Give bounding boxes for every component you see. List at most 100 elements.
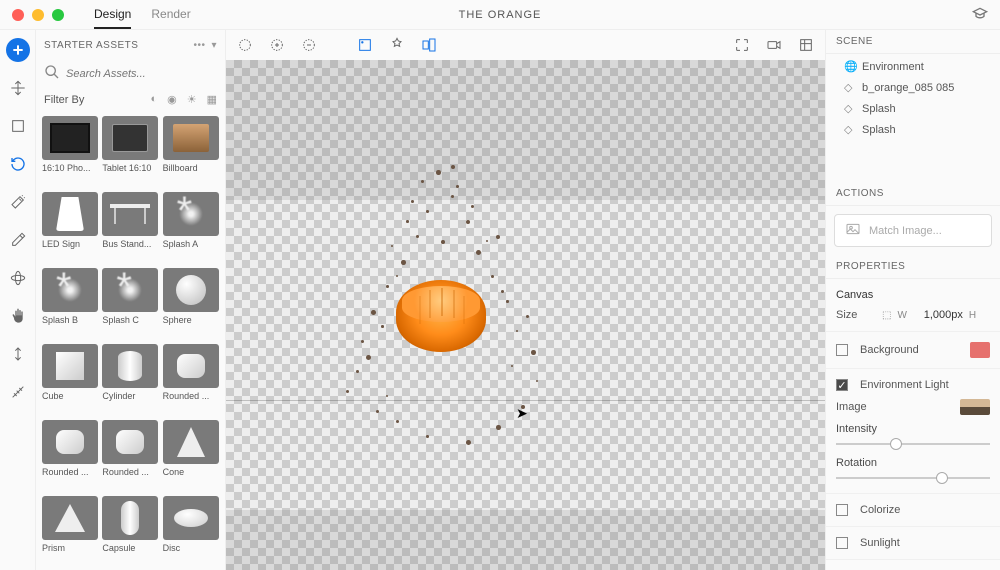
- scene-item[interactable]: 🌐Environment: [826, 56, 1000, 77]
- background-label: Background: [860, 344, 919, 356]
- sunlight-checkbox[interactable]: [836, 537, 848, 549]
- scene-item[interactable]: ◇Splash: [826, 119, 1000, 140]
- filter-lights-icon[interactable]: ☀: [187, 93, 197, 106]
- filter-label: Filter By: [44, 94, 84, 106]
- canvas-toolbar: [226, 30, 825, 60]
- fullscreen-icon[interactable]: [733, 36, 751, 54]
- snap-icon[interactable]: [356, 36, 374, 54]
- scene-panel-header: SCENE: [836, 36, 873, 47]
- colorize-label: Colorize: [860, 504, 900, 516]
- match-image-icon: [845, 221, 861, 240]
- minimize-window[interactable]: [32, 9, 44, 21]
- asset-item[interactable]: Rounded ...: [102, 420, 158, 490]
- camera-icon[interactable]: [765, 36, 783, 54]
- rotation-slider[interactable]: [836, 477, 990, 479]
- link-dimensions-icon[interactable]: ⬚: [882, 310, 891, 321]
- window-controls: [0, 9, 64, 21]
- asset-item[interactable]: 16:10 Pho...: [42, 116, 98, 186]
- right-panels: SCENE 🌐Environment◇b_orange_085 085◇Spla…: [825, 30, 1000, 570]
- size-label: Size: [836, 309, 876, 321]
- asset-item[interactable]: Disc: [163, 496, 219, 566]
- asset-item[interactable]: Tablet 16:10: [102, 116, 158, 186]
- scene-item[interactable]: ◇Splash: [826, 98, 1000, 119]
- title-bar: Design Render THE ORANGE: [0, 0, 1000, 30]
- asset-item[interactable]: Splash B: [42, 268, 98, 338]
- frame-tool[interactable]: [6, 114, 30, 138]
- align-icon[interactable]: [420, 36, 438, 54]
- width-label: W: [897, 310, 906, 321]
- assets-panel: STARTER ASSETS ••• ▾ Filter By ◐ ◉ ☀ ▦ 1…: [36, 30, 226, 570]
- asset-item[interactable]: Prism: [42, 496, 98, 566]
- maximize-window[interactable]: [52, 9, 64, 21]
- viewport[interactable]: ➤: [226, 60, 825, 570]
- assets-menu-icon[interactable]: •••: [193, 40, 205, 51]
- asset-grid: 16:10 Pho...Tablet 16:10Billboard LED Sig…: [36, 112, 225, 570]
- search-input[interactable]: [66, 68, 217, 80]
- add-button[interactable]: [6, 38, 30, 62]
- filter-models-icon[interactable]: ◐: [150, 93, 157, 106]
- learn-icon[interactable]: [972, 5, 988, 24]
- asset-item[interactable]: Cube: [42, 344, 98, 414]
- tab-design[interactable]: Design: [94, 1, 131, 29]
- match-image-label: Match Image...: [869, 225, 942, 237]
- asset-item[interactable]: Splash C: [102, 268, 158, 338]
- background-checkbox[interactable]: [836, 344, 848, 356]
- colorize-checkbox[interactable]: [836, 504, 848, 516]
- mode-tabs: Design Render: [94, 1, 191, 29]
- env-light-label: Environment Light: [860, 379, 949, 391]
- document-title: THE ORANGE: [459, 9, 542, 21]
- asset-item[interactable]: LED Sign: [42, 192, 98, 262]
- orange-object[interactable]: [396, 280, 486, 370]
- image-label: Image: [836, 401, 867, 413]
- assets-header-label: STARTER ASSETS: [44, 40, 138, 51]
- render-settings-icon[interactable]: [797, 36, 815, 54]
- height-label: H: [969, 310, 976, 321]
- actions-panel-header: ACTIONS: [836, 188, 884, 199]
- add-selection-icon[interactable]: [268, 36, 286, 54]
- background-color-swatch[interactable]: [970, 342, 990, 358]
- undo-button[interactable]: [6, 152, 30, 176]
- env-light-checkbox[interactable]: ✓: [836, 379, 848, 391]
- hand-tool[interactable]: [6, 304, 30, 328]
- asset-item[interactable]: Rounded ...: [163, 344, 219, 414]
- asset-item[interactable]: Cone: [163, 420, 219, 490]
- measure-tool[interactable]: [6, 380, 30, 404]
- select-mode-icon[interactable]: [236, 36, 254, 54]
- asset-item[interactable]: Billboard: [163, 116, 219, 186]
- scene-item[interactable]: ◇b_orange_085 085: [826, 77, 1000, 98]
- filter-images-icon[interactable]: ▦: [207, 93, 217, 106]
- globe-icon: 🌐: [844, 60, 856, 73]
- asset-item[interactable]: Sphere: [163, 268, 219, 338]
- move-tool[interactable]: [6, 76, 30, 100]
- close-window[interactable]: [12, 9, 24, 21]
- wand-tool[interactable]: [6, 190, 30, 214]
- dolly-tool[interactable]: [6, 342, 30, 366]
- cursor-icon: ➤: [516, 405, 528, 422]
- subtract-selection-icon[interactable]: [300, 36, 318, 54]
- intensity-label: Intensity: [836, 423, 877, 435]
- canvas-area: ➤: [226, 30, 825, 570]
- cube-icon: ◇: [844, 81, 856, 94]
- width-input[interactable]: [913, 309, 963, 321]
- assets-collapse-icon[interactable]: ▾: [211, 40, 217, 51]
- hdri-thumbnail[interactable]: [960, 399, 990, 415]
- asset-item[interactable]: Splash A: [163, 192, 219, 262]
- rotation-label: Rotation: [836, 457, 877, 469]
- tab-render[interactable]: Render: [151, 1, 190, 29]
- orbit-tool[interactable]: [6, 266, 30, 290]
- match-image-button[interactable]: Match Image...: [834, 214, 992, 247]
- cube-icon: ◇: [844, 102, 856, 115]
- asset-item[interactable]: Cylinder: [102, 344, 158, 414]
- tool-strip: [0, 30, 36, 570]
- height-input[interactable]: [982, 309, 1000, 321]
- scene-list: 🌐Environment◇b_orange_085 085◇Splash◇Spl…: [826, 54, 1000, 142]
- asset-item[interactable]: Rounded ...: [42, 420, 98, 490]
- filter-materials-icon[interactable]: ◉: [167, 93, 177, 106]
- eyedropper-tool[interactable]: [6, 228, 30, 252]
- sunlight-label: Sunlight: [860, 537, 900, 549]
- intensity-slider[interactable]: [836, 443, 990, 445]
- asset-item[interactable]: Capsule: [102, 496, 158, 566]
- asset-item[interactable]: Bus Stand...: [102, 192, 158, 262]
- snap-settings-icon[interactable]: [388, 36, 406, 54]
- properties-panel-header: PROPERTIES: [836, 261, 905, 272]
